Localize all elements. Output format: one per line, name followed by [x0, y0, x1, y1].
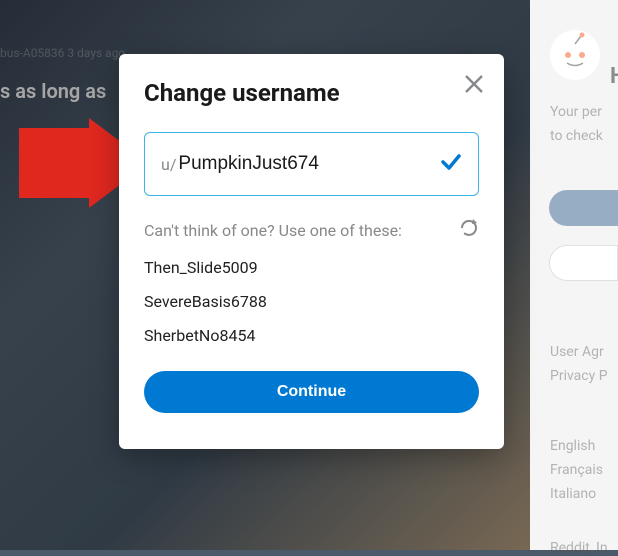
valid-checkmark-icon: [440, 151, 462, 177]
refresh-suggestions-button[interactable]: [459, 218, 479, 242]
suggestions-list: Then_Slide5009 SevereBasis6788 SherbetNo…: [144, 258, 479, 345]
close-button[interactable]: [464, 74, 484, 98]
change-username-modal: Change username u/ Can't think of one? U…: [119, 54, 504, 449]
modal-title: Change username: [144, 79, 479, 107]
username-prefix: u/: [161, 155, 176, 174]
suggestion-item[interactable]: Then_Slide5009: [144, 258, 479, 277]
suggestion-prompt-row: Can't think of one? Use one of these:: [144, 218, 479, 242]
refresh-icon: [459, 218, 479, 238]
username-field[interactable]: u/: [144, 132, 479, 196]
username-input[interactable]: [178, 153, 440, 175]
suggestion-item[interactable]: SevereBasis6788: [144, 292, 479, 311]
suggestion-prompt: Can't think of one? Use one of these:: [144, 221, 402, 240]
close-icon: [464, 74, 484, 94]
continue-button[interactable]: Continue: [144, 371, 479, 413]
modal-backdrop-light: [530, 0, 618, 550]
suggestion-item[interactable]: SherbetNo8454: [144, 326, 479, 345]
